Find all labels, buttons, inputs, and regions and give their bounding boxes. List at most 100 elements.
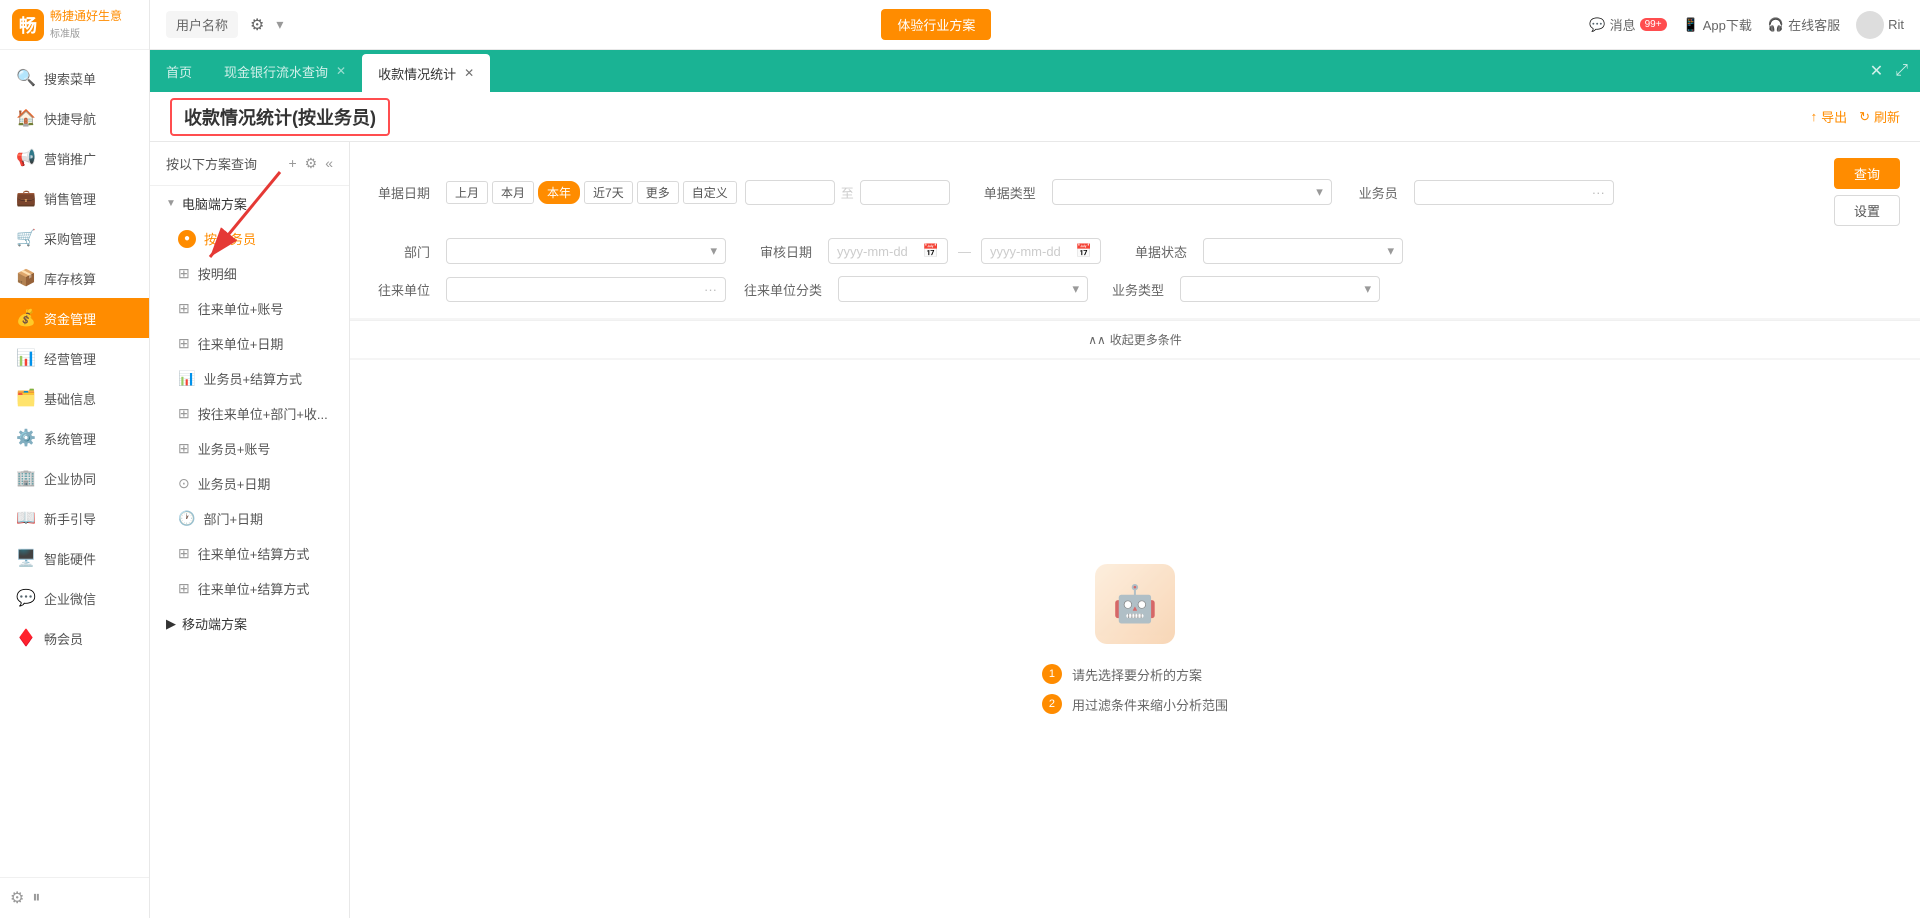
- dept-select[interactable]: ▾: [446, 238, 726, 264]
- scheme-item-salesperson[interactable]: ● 按业务员: [150, 221, 349, 256]
- sidebar-item-sales[interactable]: 💼 销售管理: [0, 178, 149, 218]
- user-name: Rit: [1888, 17, 1904, 32]
- scheme-add-icon[interactable]: +: [288, 155, 296, 172]
- scheme-item-detail[interactable]: ⊞ 按明细: [150, 256, 349, 291]
- sidebar-item-basic[interactable]: 🗂️ 基础信息: [0, 378, 149, 418]
- scheme-collapse-icon[interactable]: «: [325, 155, 333, 172]
- guide-icon: 📖: [16, 508, 36, 528]
- filter-date-quick: 上月 本月 本年 近7天 更多 自定义: [446, 181, 737, 204]
- export-button[interactable]: ↑ 导出: [1811, 107, 1848, 126]
- scheme-item-customer-dept[interactable]: ⊞ 按往来单位+部门+收...: [150, 396, 349, 431]
- collapse-bar[interactable]: ∧∧ 收起更多条件: [350, 320, 1920, 358]
- user-info[interactable]: Rit: [1856, 11, 1904, 39]
- doc-type-select[interactable]: ▾: [1052, 179, 1332, 205]
- refresh-button[interactable]: ↻ 刷新: [1859, 107, 1900, 126]
- sidebar-label-system: 系统管理: [44, 429, 96, 448]
- doc-status-select[interactable]: ▾: [1203, 238, 1403, 264]
- home-icon: 🏠: [16, 108, 36, 128]
- scheme-item-customer-account[interactable]: ⊞ 往来单位+账号: [150, 291, 349, 326]
- tab-bank-flow[interactable]: 现金银行流水查询 ✕: [208, 50, 362, 92]
- tab-collection-stats-close[interactable]: ✕: [464, 66, 474, 80]
- service-btn[interactable]: 🎧 在线客服: [1768, 15, 1840, 34]
- tab-home[interactable]: 首页: [150, 50, 208, 92]
- date-start-input[interactable]: 2023-01-01: [745, 180, 835, 205]
- sidebar-item-shortcut[interactable]: 🏠 快捷导航: [0, 98, 149, 138]
- sidebar-item-system[interactable]: ⚙️ 系统管理: [0, 418, 149, 458]
- topbar-chevron-icon[interactable]: ▾: [276, 16, 283, 33]
- sidebar-item-hardware[interactable]: 🖥️ 智能硬件: [0, 538, 149, 578]
- salesperson-date-icon: ⊙: [178, 475, 190, 492]
- date-btn-7days[interactable]: 近7天: [584, 181, 633, 204]
- tab-home-label: 首页: [166, 62, 192, 81]
- sidebar-label-wechat: 企业微信: [44, 589, 96, 608]
- audit-date-separator: —: [958, 244, 971, 259]
- window-maximize-icon[interactable]: ⤢: [1895, 62, 1908, 80]
- search-icon: 🔍: [16, 68, 36, 88]
- date-btn-custom[interactable]: 自定义: [683, 181, 737, 204]
- scheme-mobile-header[interactable]: ▶ 移动端方案: [150, 606, 349, 641]
- sidebar-item-wechat[interactable]: 💬 企业微信: [0, 578, 149, 618]
- collapse-icon: ∧∧: [1088, 333, 1106, 347]
- date-btn-this-year[interactable]: 本年: [538, 181, 580, 204]
- sidebar-item-purchase[interactable]: 🛒 采购管理: [0, 218, 149, 258]
- sidebar-item-marketing[interactable]: 📢 营销推广: [0, 138, 149, 178]
- hint-text-1: 请先选择要分析的方案: [1072, 665, 1202, 684]
- customer-type-label: 往来单位分类: [742, 280, 822, 299]
- doc-type-chevron: ▾: [1316, 184, 1323, 200]
- date-btn-last-month[interactable]: 上月: [446, 181, 488, 204]
- query-button[interactable]: 查询: [1834, 158, 1900, 189]
- scheme-item-customer-date[interactable]: ⊞ 往来单位+日期: [150, 326, 349, 361]
- sidebar-item-search[interactable]: 🔍 搜索菜单: [0, 58, 149, 98]
- audit-date-start-icon[interactable]: 📅: [923, 243, 939, 259]
- app-download-btn[interactable]: 📱 App下载: [1683, 15, 1752, 34]
- message-label: 消息: [1610, 15, 1636, 34]
- window-close-icon[interactable]: ✕: [1870, 61, 1883, 81]
- sidebar-item-enterprise[interactable]: 🏢 企业协同: [0, 458, 149, 498]
- scheme-item-customer-dept-label: 按往来单位+部门+收...: [198, 404, 333, 423]
- audit-date-end-input[interactable]: yyyy-mm-dd 📅: [981, 238, 1101, 264]
- sidebar-settings-icon[interactable]: ⚙: [10, 888, 24, 908]
- topbar-action-button[interactable]: 体验行业方案: [881, 9, 991, 40]
- scheme-item-customer-settle2[interactable]: ⊞ 往来单位+结算方式: [150, 571, 349, 606]
- scheme-item-detail-label: 按明细: [198, 264, 333, 283]
- app-icon: 📱: [1683, 17, 1699, 33]
- date-btn-this-month[interactable]: 本月: [492, 181, 534, 204]
- message-btn[interactable]: 💬 消息 99+: [1589, 15, 1666, 34]
- scheme-item-salesperson-settle[interactable]: 📊 业务员+结算方式: [150, 361, 349, 396]
- dept-date-icon: 🕐: [178, 510, 195, 527]
- sidebar-label-operations: 经营管理: [44, 349, 96, 368]
- audit-date-end-icon[interactable]: 📅: [1076, 243, 1092, 259]
- sidebar-label-member: 畅会员: [44, 629, 83, 648]
- scheme-item-customer-account-label: 往来单位+账号: [198, 299, 333, 318]
- sidebar-item-member[interactable]: ♦️ 畅会员: [0, 618, 149, 658]
- scheme-item-customer-settle1[interactable]: ⊞ 往来单位+结算方式: [150, 536, 349, 571]
- sidebar-item-finance[interactable]: 💰 资金管理: [0, 298, 149, 338]
- topbar-left: 用户名称 ⚙ ▾: [166, 11, 283, 38]
- scheme-item-salesperson-account[interactable]: ⊞ 业务员+账号: [150, 431, 349, 466]
- settings-button[interactable]: 设置: [1834, 195, 1900, 226]
- sidebar-item-operations[interactable]: 📊 经营管理: [0, 338, 149, 378]
- tab-collection-stats[interactable]: 收款情况统计 ✕: [362, 54, 490, 92]
- topbar-settings-icon[interactable]: ⚙: [250, 15, 264, 35]
- biz-type-chevron: ▾: [1364, 281, 1371, 297]
- logo-text: 畅捷通好生意: [50, 9, 122, 25]
- salesperson-select[interactable]: ···: [1414, 180, 1614, 205]
- sidebar-nav: 🔍 搜索菜单 🏠 快捷导航 📢 营销推广 💼 销售管理 🛒 采购管理 📦: [0, 50, 149, 877]
- date-label: 单据日期: [370, 183, 430, 202]
- customer-select[interactable]: ···: [446, 277, 726, 302]
- scheme-settings-icon[interactable]: ⚙: [305, 155, 318, 172]
- sidebar-item-guide[interactable]: 📖 新手引导: [0, 498, 149, 538]
- customer-type-select[interactable]: ▾: [838, 276, 1088, 302]
- scheme-item-dept-date-label: 部门+日期: [203, 509, 333, 528]
- audit-date-start-input[interactable]: yyyy-mm-dd 📅: [828, 238, 948, 264]
- date-btn-more[interactable]: 更多: [637, 181, 679, 204]
- tab-bank-flow-close[interactable]: ✕: [336, 64, 346, 78]
- biz-type-select[interactable]: ▾: [1180, 276, 1380, 302]
- scheme-item-salesperson-date[interactable]: ⊙ 业务员+日期: [150, 466, 349, 501]
- sidebar-collapse-icon[interactable]: ⏸: [32, 889, 40, 907]
- audit-date-range: yyyy-mm-dd 📅 — yyyy-mm-dd 📅: [828, 238, 1101, 264]
- date-end-input[interactable]: 2023-12-31: [860, 180, 950, 205]
- scheme-item-dept-date[interactable]: 🕐 部门+日期: [150, 501, 349, 536]
- scheme-desktop-header[interactable]: ▼ 电脑端方案: [150, 186, 349, 221]
- sidebar-item-inventory[interactable]: 📦 库存核算: [0, 258, 149, 298]
